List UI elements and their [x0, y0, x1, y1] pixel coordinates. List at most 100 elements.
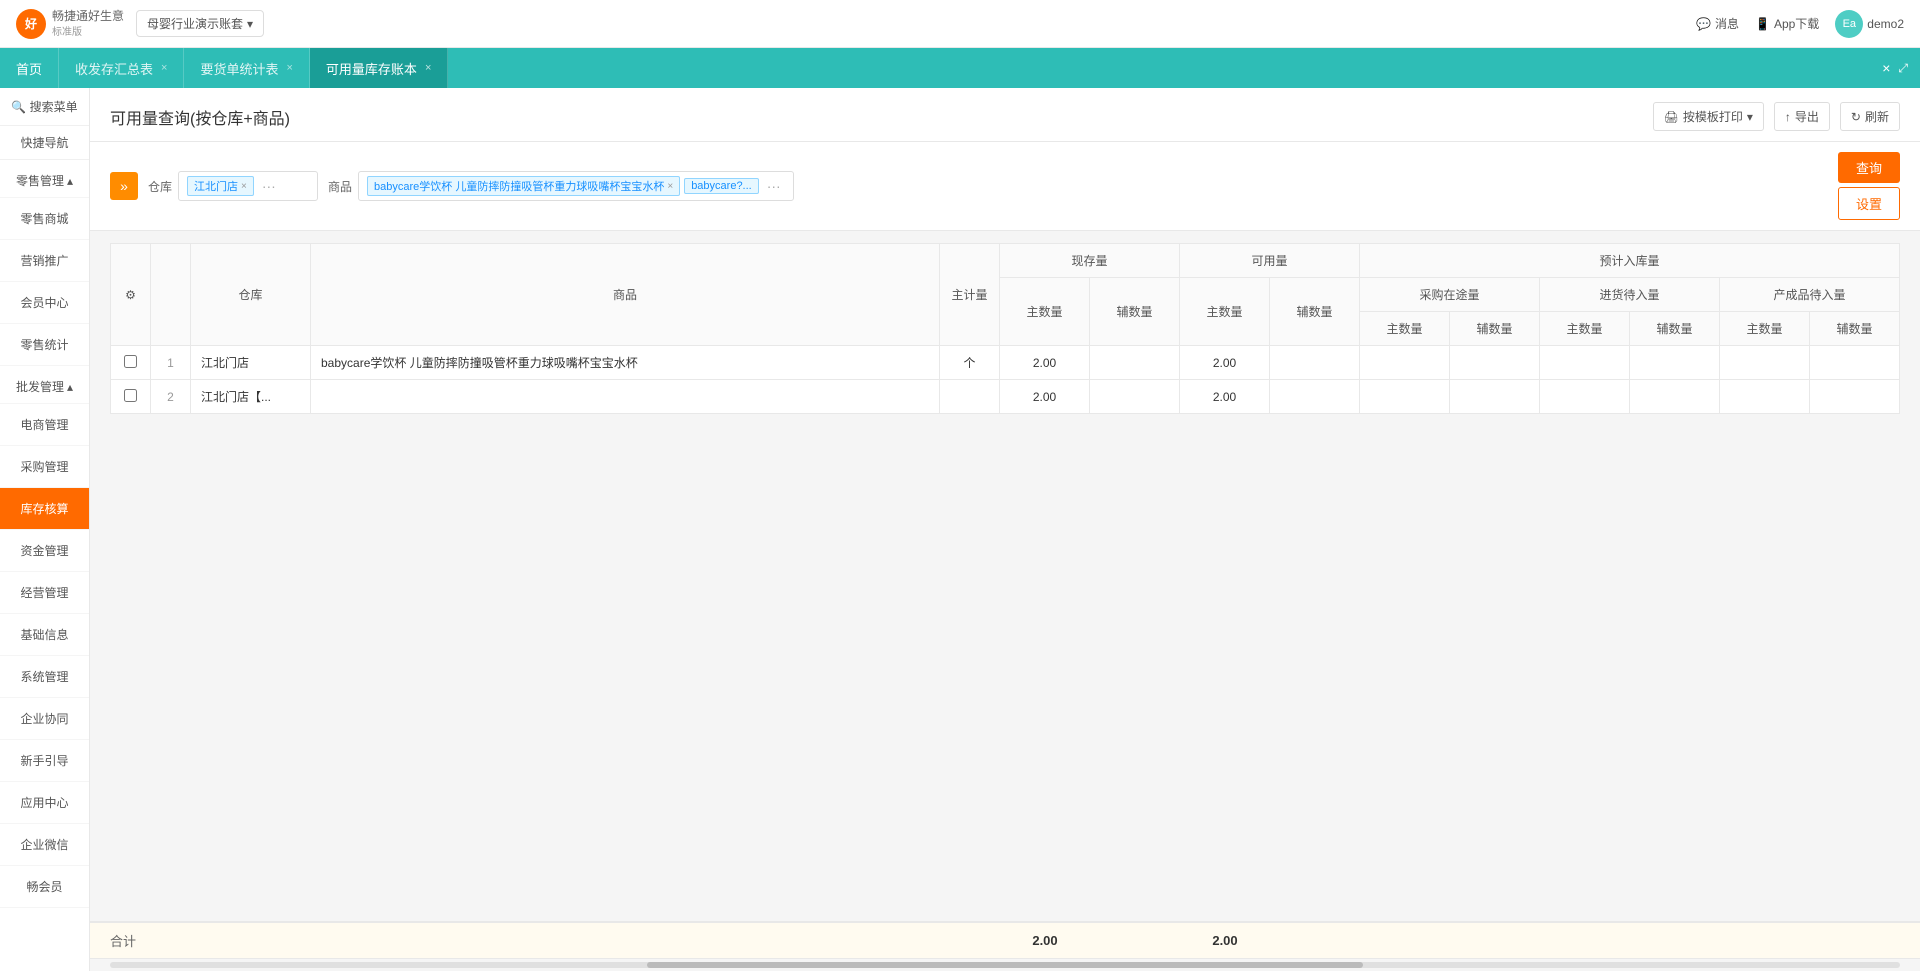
setting-button[interactable]: 设置	[1838, 187, 1900, 220]
tab-stock-close-icon[interactable]: ×	[425, 62, 431, 74]
sidebar-item-wholesale-mgmt[interactable]: 批发管理 ▴	[0, 366, 89, 404]
print-button[interactable]: 🖨 按模板打印 ▾	[1653, 102, 1764, 131]
product-filter-dots: ···	[763, 178, 785, 194]
tab-home[interactable]: 首页	[0, 48, 59, 88]
sidebar-retail-shop-label: 零售商城	[20, 212, 68, 226]
sidebar-item-retail-stats[interactable]: 零售统计	[0, 324, 89, 366]
col-seq-header	[151, 244, 191, 346]
industry-label: 母婴行业演示账套	[147, 15, 243, 32]
sidebar-retail-mgmt-label: 零售管理	[16, 172, 64, 189]
row-stock-aux	[1090, 380, 1180, 414]
sidebar-item-retail-shop[interactable]: 零售商城	[0, 198, 89, 240]
footer-label: 合计	[110, 931, 136, 950]
tab-stock[interactable]: 可用量库存账本 ×	[310, 48, 448, 88]
col-expected-group-header: 预计入库量	[1360, 244, 1900, 278]
maximize-icon[interactable]: ⤢	[1898, 61, 1908, 76]
warehouse-filter-group: 仓库 江北门店 × ···	[148, 171, 318, 201]
row-checkbox[interactable]	[111, 380, 151, 414]
sidebar-item-member[interactable]: 会员中心	[0, 282, 89, 324]
print-label: 按模板打印	[1683, 108, 1743, 125]
refresh-icon: ↻	[1851, 110, 1861, 124]
row-product	[311, 380, 940, 414]
sidebar-item-retail-mgmt[interactable]: 零售管理 ▴	[0, 160, 89, 198]
filter-toggle-button[interactable]: »	[110, 172, 138, 200]
chevron-icon: ▴	[67, 174, 73, 188]
sidebar-item-operations[interactable]: 经营管理	[0, 572, 89, 614]
sidebar-item-enterprise-wechat[interactable]: 企业微信	[0, 824, 89, 866]
user-menu[interactable]: Ea demo2	[1835, 10, 1904, 38]
close-icon[interactable]: ×	[1882, 60, 1890, 76]
warehouse-input[interactable]: 江北门店 × ···	[178, 171, 318, 201]
tab-order[interactable]: 要货单统计表 ×	[184, 48, 309, 88]
tab-receipt[interactable]: 收发存汇总表 ×	[59, 48, 184, 88]
col-produced-main-header: 主数量	[1720, 312, 1810, 346]
tab-spacer	[448, 48, 1870, 88]
filter-area: » 仓库 江北门店 × ··· 商品 babycare学饮杯 儿童防摔防撞吸管杯…	[90, 142, 1920, 231]
warehouse-tag: 江北门店 ×	[187, 176, 254, 196]
row-purchase-main	[1360, 380, 1450, 414]
sidebar-item-inventory[interactable]: 库存核算	[0, 488, 89, 530]
table-row: 2 江北门店【... 2.00 2.00	[111, 380, 1900, 414]
col-setting-header[interactable]: ⚙	[111, 244, 151, 346]
row-warehouse: 江北门店【...	[191, 380, 311, 414]
row-product: babycare学饮杯 儿童防摔防撞吸管杯重力球吸嘴杯宝宝水杯	[311, 346, 940, 380]
tab-order-close-icon[interactable]: ×	[286, 62, 292, 74]
horizontal-scrollbar[interactable]	[90, 959, 1920, 971]
warehouse-tag-text: 江北门店	[194, 178, 238, 194]
row-checkbox[interactable]	[111, 346, 151, 380]
scrollbar-track	[110, 962, 1900, 968]
sidebar-item-app-center[interactable]: 应用中心	[0, 782, 89, 824]
col-purchase-aux-header: 辅数量	[1450, 312, 1540, 346]
col-unit-header: 主计量	[940, 244, 1000, 346]
export-icon: ↑	[1785, 110, 1791, 124]
app-icon: 📱	[1755, 17, 1770, 31]
row-seq: 2	[151, 380, 191, 414]
search-icon: 🔍	[11, 100, 26, 114]
col-incoming-aux-header: 辅数量	[1630, 312, 1720, 346]
sidebar-item-enterprise[interactable]: 企业协同	[0, 698, 89, 740]
sidebar-item-purchase[interactable]: 采购管理	[0, 446, 89, 488]
sidebar-quick-nav[interactable]: 快捷导航	[0, 126, 89, 160]
row-purchase-main	[1360, 346, 1450, 380]
avatar: Ea	[1835, 10, 1863, 38]
col-purchase-main-header: 主数量	[1360, 312, 1450, 346]
scrollbar-thumb[interactable]	[647, 962, 1363, 968]
user-name: demo2	[1867, 17, 1904, 31]
sidebar-item-finance[interactable]: 资金管理	[0, 530, 89, 572]
warehouse-label: 仓库	[148, 178, 172, 195]
print-icon: 🖨	[1664, 110, 1679, 124]
sidebar-app-center-label: 应用中心	[20, 796, 68, 810]
sidebar-item-system[interactable]: 系统管理	[0, 656, 89, 698]
logo-text: 畅捷通好生意	[52, 9, 124, 23]
product-label: 商品	[328, 178, 352, 195]
product-tag1: babycare学饮杯 儿童防摔防撞吸管杯重力球吸嘴杯宝宝水杯 ×	[367, 176, 680, 196]
data-table: ⚙ 仓库 商品 主计量 现存量 可用量 预计入库量 主数量 辅数量 主数量	[110, 243, 1900, 414]
col-purchase-transit-header: 采购在途量	[1360, 278, 1540, 312]
logo-text-area: 畅捷通好生意 标准版	[52, 9, 124, 38]
sidebar-item-marketing[interactable]: 营销推广	[0, 240, 89, 282]
refresh-button[interactable]: ↻ 刷新	[1840, 102, 1900, 131]
warehouse-tag-close-icon[interactable]: ×	[241, 181, 247, 192]
tab-receipt-close-icon[interactable]: ×	[161, 62, 167, 74]
tab-home-label: 首页	[16, 59, 42, 78]
chat-button[interactable]: 💬 消息	[1696, 15, 1739, 32]
col-stock-group-header: 现存量	[1000, 244, 1180, 278]
sidebar: 🔍 搜索菜单 快捷导航 零售管理 ▴ 零售商城 营销推广 会员中心 零售统计 批…	[0, 88, 90, 971]
sidebar-item-ecommerce[interactable]: 电商管理	[0, 404, 89, 446]
sidebar-item-basic-info[interactable]: 基础信息	[0, 614, 89, 656]
product-tag1-text: babycare学饮杯 儿童防摔防撞吸管杯重力球吸嘴杯宝宝水杯	[374, 178, 664, 194]
product-tag2-text: babycare?...	[691, 180, 752, 192]
sidebar-search[interactable]: 🔍 搜索菜单	[0, 88, 89, 126]
product-input[interactable]: babycare学饮杯 儿童防摔防撞吸管杯重力球吸嘴杯宝宝水杯 × babyca…	[358, 171, 794, 201]
sidebar-item-newbie[interactable]: 新手引导	[0, 740, 89, 782]
export-button[interactable]: ↑ 导出	[1774, 102, 1830, 131]
industry-select[interactable]: 母婴行业演示账套 ▾	[136, 10, 264, 37]
sidebar-wholesale-label: 批发管理	[16, 378, 64, 395]
row-avail-main: 2.00	[1180, 380, 1270, 414]
row-avail-main: 2.00	[1180, 346, 1270, 380]
app-download-button[interactable]: 📱 App下载	[1755, 15, 1819, 32]
product-tag1-close-icon[interactable]: ×	[667, 181, 673, 192]
sidebar-item-member-plus[interactable]: 畅会员	[0, 866, 89, 908]
table-container: ⚙ 仓库 商品 主计量 现存量 可用量 预计入库量 主数量 辅数量 主数量	[90, 231, 1920, 921]
query-button[interactable]: 查询	[1838, 152, 1900, 183]
